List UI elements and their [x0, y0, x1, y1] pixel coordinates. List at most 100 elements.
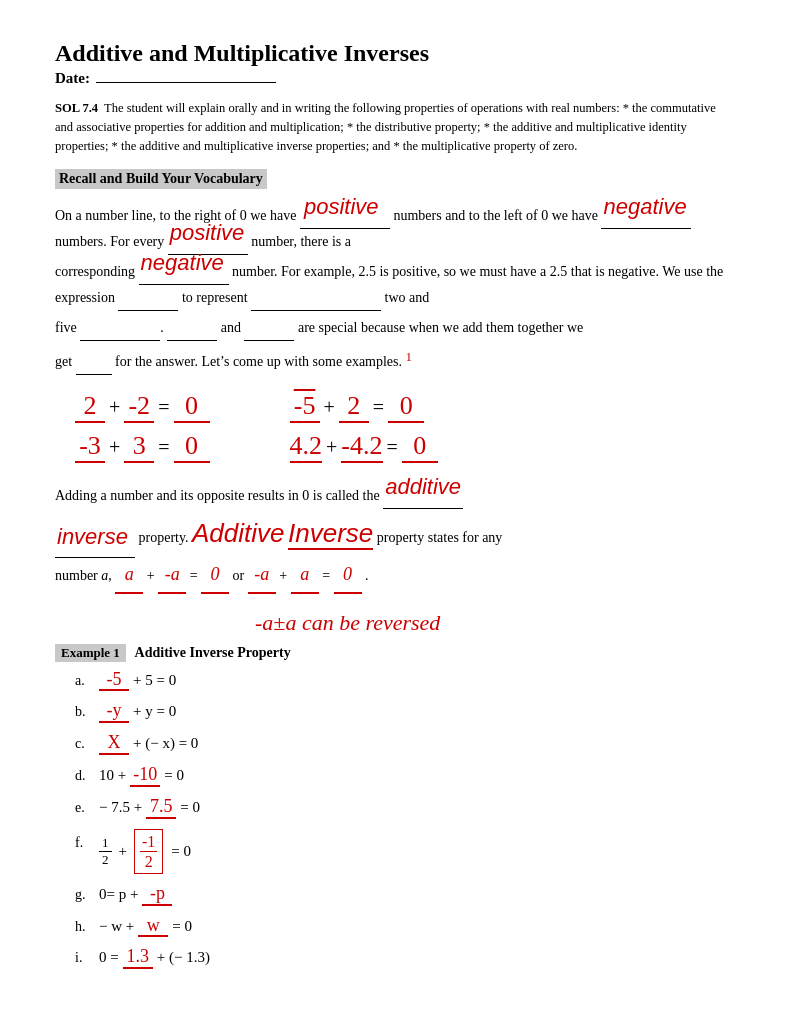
hw-zero1: 0 [201, 558, 229, 593]
hw-inverse: inverse [57, 517, 128, 558]
text-c: + (− x) = 0 [133, 735, 198, 752]
additive-text-4: number a, [55, 568, 115, 583]
label-g: g. [75, 887, 93, 903]
vocab-para-4: get for the answer. Let’s come up with s… [55, 345, 736, 376]
date-underline [96, 69, 276, 83]
label-h: h. [75, 919, 93, 935]
vocab-text-7: get for the answer. Let’s come up with s… [55, 354, 402, 369]
text-h: − w + [99, 918, 134, 935]
ans-b: -y [99, 701, 129, 723]
additive-para-3: number a, a + -a = 0 or -a + a = 0 . [55, 558, 736, 593]
hw-zero2: 0 [334, 558, 362, 593]
page-title: Additive and Multiplicative Inverses [55, 40, 736, 67]
math-row-1: 2 + -2 = 0 [75, 391, 210, 423]
op1: + [109, 396, 120, 419]
vocab-text-4a: number, there is a [251, 234, 351, 249]
content-d: 10 + -10 = 0 [99, 765, 184, 787]
additive-text-10: . [365, 568, 369, 583]
problem-f: f. 1 2 + -1 2 = 0 [75, 829, 736, 874]
num1-right: -2 [124, 391, 154, 423]
example-col-right: -5 + 2 = 0 4.2 + -4.2 = 0 [290, 391, 438, 463]
problem-list: a. -5 + 5 = 0 b. -y + y = 0 c. X + (− x)… [75, 670, 736, 970]
math-row-3: -5 + 2 = 0 [290, 391, 438, 423]
label-a: a. [75, 673, 93, 689]
blank-negative-corr: negative [139, 269, 229, 285]
additive-text-9: = [322, 568, 333, 583]
problem-c: c. X + (− x) = 0 [75, 733, 736, 755]
additive-para-2: inverse property. Additive Inverse prope… [55, 509, 736, 558]
eq1: = [158, 396, 169, 419]
text-i1: 0 = [99, 949, 119, 966]
sol-description: The student will explain orally and in w… [55, 101, 716, 153]
additive-text-8: + [279, 568, 290, 583]
op3: + [324, 396, 335, 419]
example-1-title: Example 1 Additive Inverse Property [55, 644, 736, 662]
vocab-para-2: corresponding negative number. For examp… [55, 259, 736, 311]
content-e: − 7.5 + 7.5 = 0 [99, 797, 200, 819]
num2-left: -3 [75, 431, 105, 463]
ans-i: 1.3 [123, 947, 153, 969]
additive-text-3: property states for any [377, 530, 503, 545]
sol-text: SOL 7.4 The student will explain orally … [55, 99, 736, 155]
hw-frac-den: 2 [143, 852, 155, 871]
num3-left: -5 [290, 391, 320, 423]
additive-text-2: property. [139, 530, 193, 545]
math-row-2: -3 + 3 = 0 [75, 431, 210, 463]
reversed-note: -a±a can be reversed [255, 610, 736, 636]
hw-frac-num: -1 [140, 832, 157, 852]
num4-left: 4.2 [290, 431, 323, 463]
content-g: 0= p + -p [99, 884, 172, 906]
examples-grid: 2 + -2 = 0 -3 + 3 = 0 -5 + 2 = 0 4.2 + -… [75, 391, 736, 463]
num1-ans: 0 [174, 391, 210, 423]
eq2: = [158, 436, 169, 459]
text-a: + 5 = 0 [133, 672, 176, 689]
text-f1: + [119, 843, 127, 860]
num3-ans: 0 [388, 391, 424, 423]
ans-a: -5 [99, 670, 129, 692]
additive-text-5: + [147, 568, 158, 583]
vocab-para-3: five . and are special because when we a… [55, 315, 736, 341]
ans-d: -10 [130, 765, 160, 787]
vocab-text-corr: corresponding [55, 264, 139, 279]
problem-i: i. 0 = 1.3 + (− 1.3) [75, 947, 736, 969]
example-1-label: Example 1 [55, 644, 126, 662]
example-col-left: 2 + -2 = 0 -3 + 3 = 0 [75, 391, 210, 463]
additive-text-6: = [190, 568, 201, 583]
ans-c: X [99, 733, 129, 755]
ans-e: 7.5 [146, 797, 176, 819]
problem-g: g. 0= p + -p [75, 884, 736, 906]
label-d: d. [75, 768, 93, 784]
vocab-text-2: numbers and to the left of 0 we have [393, 208, 601, 223]
date-label: Date: [55, 70, 90, 87]
content-a: -5 + 5 = 0 [99, 670, 176, 692]
op4: + [326, 436, 337, 459]
content-b: -y + y = 0 [99, 701, 176, 723]
example-1-desc: Additive Inverse Property [135, 645, 291, 660]
problem-e: e. − 7.5 + 7.5 = 0 [75, 797, 736, 819]
text-d: 10 + [99, 767, 126, 784]
label-f: f. [75, 835, 93, 851]
eq3: = [373, 396, 384, 419]
vocab-text-6: five . and are special because when we a… [55, 320, 583, 335]
problem-a: a. -5 + 5 = 0 [75, 670, 736, 692]
problem-d: d. 10 + -10 = 0 [75, 765, 736, 787]
fraction-f-num: 1 [99, 835, 112, 852]
text-d2: = 0 [164, 767, 184, 784]
eq4: = [387, 436, 398, 459]
hw-additive-title: Additive [192, 518, 285, 548]
num2-ans: 0 [174, 431, 210, 463]
section-header: Recall and Build Your Vocabulary [55, 169, 267, 189]
superscript-1: 1 [406, 349, 413, 364]
hw-positive-top: positive [304, 187, 379, 228]
blank-additive: additive [383, 493, 463, 509]
text-f2: = 0 [171, 843, 191, 860]
content-f: 1 2 + -1 2 = 0 [99, 829, 191, 874]
blank-negative-left: negative [601, 213, 691, 229]
num4-ans: 0 [402, 431, 438, 463]
vocab-section: On a number line, to the right of 0 we h… [55, 203, 736, 375]
date-line: Date: [55, 69, 736, 87]
blank-positive-top: positive [300, 213, 390, 229]
hw-inverse-title: Inverse [288, 518, 373, 550]
text-h2: = 0 [172, 918, 192, 935]
label-i: i. [75, 950, 93, 966]
